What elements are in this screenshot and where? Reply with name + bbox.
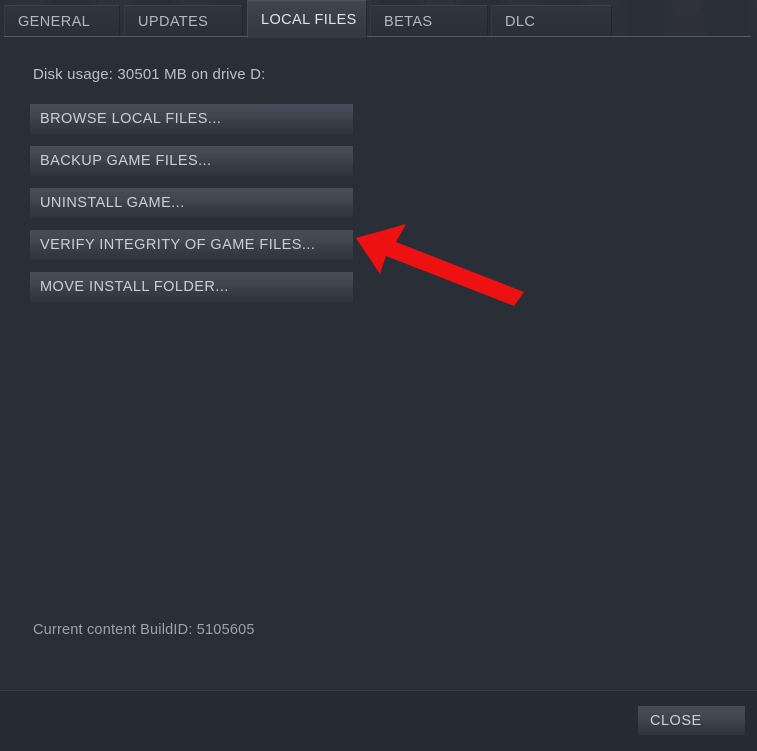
close-button[interactable]: CLOSE	[638, 706, 745, 735]
uninstall-game-button[interactable]: UNINSTALL GAME...	[30, 188, 353, 218]
build-id-label: Current content BuildID: 5105605	[33, 622, 255, 638]
tab-label: UPDATES	[138, 13, 209, 30]
disk-usage-label: Disk usage: 30501 MB on drive D:	[33, 66, 266, 83]
tab-dlc[interactable]: DLC	[491, 5, 612, 37]
tabbar-underline	[4, 36, 751, 37]
button-label: BACKUP GAME FILES...	[40, 153, 212, 169]
tab-local-files[interactable]: LOCAL FILES	[247, 0, 367, 38]
tab-betas[interactable]: BETAS	[370, 5, 488, 37]
move-install-folder-button[interactable]: MOVE INSTALL FOLDER...	[30, 272, 353, 302]
local-files-action-list: BROWSE LOCAL FILES... BACKUP GAME FILES.…	[30, 104, 353, 314]
button-label: CLOSE	[650, 712, 702, 729]
browse-local-files-button[interactable]: BROWSE LOCAL FILES...	[30, 104, 353, 134]
tab-label: BETAS	[384, 13, 433, 30]
tab-updates[interactable]: UPDATES	[124, 5, 243, 37]
verify-integrity-of-game-files-button[interactable]: VERIFY INTEGRITY OF GAME FILES...	[30, 230, 353, 260]
dialog-footer: CLOSE	[0, 691, 757, 751]
backup-game-files-button[interactable]: BACKUP GAME FILES...	[30, 146, 353, 176]
properties-tabbar: GENERAL UPDATES LOCAL FILES BETAS DLC	[0, 0, 757, 38]
button-label: VERIFY INTEGRITY OF GAME FILES...	[40, 237, 316, 253]
button-label: BROWSE LOCAL FILES...	[40, 111, 222, 127]
tab-label: DLC	[505, 13, 536, 30]
tab-label: LOCAL FILES	[261, 11, 357, 28]
button-label: UNINSTALL GAME...	[40, 195, 185, 211]
tab-label: GENERAL	[18, 13, 91, 30]
steam-game-properties-dialog: GENERAL UPDATES LOCAL FILES BETAS DLC Di…	[0, 0, 757, 751]
tab-general[interactable]: GENERAL	[4, 5, 120, 37]
button-label: MOVE INSTALL FOLDER...	[40, 279, 229, 295]
